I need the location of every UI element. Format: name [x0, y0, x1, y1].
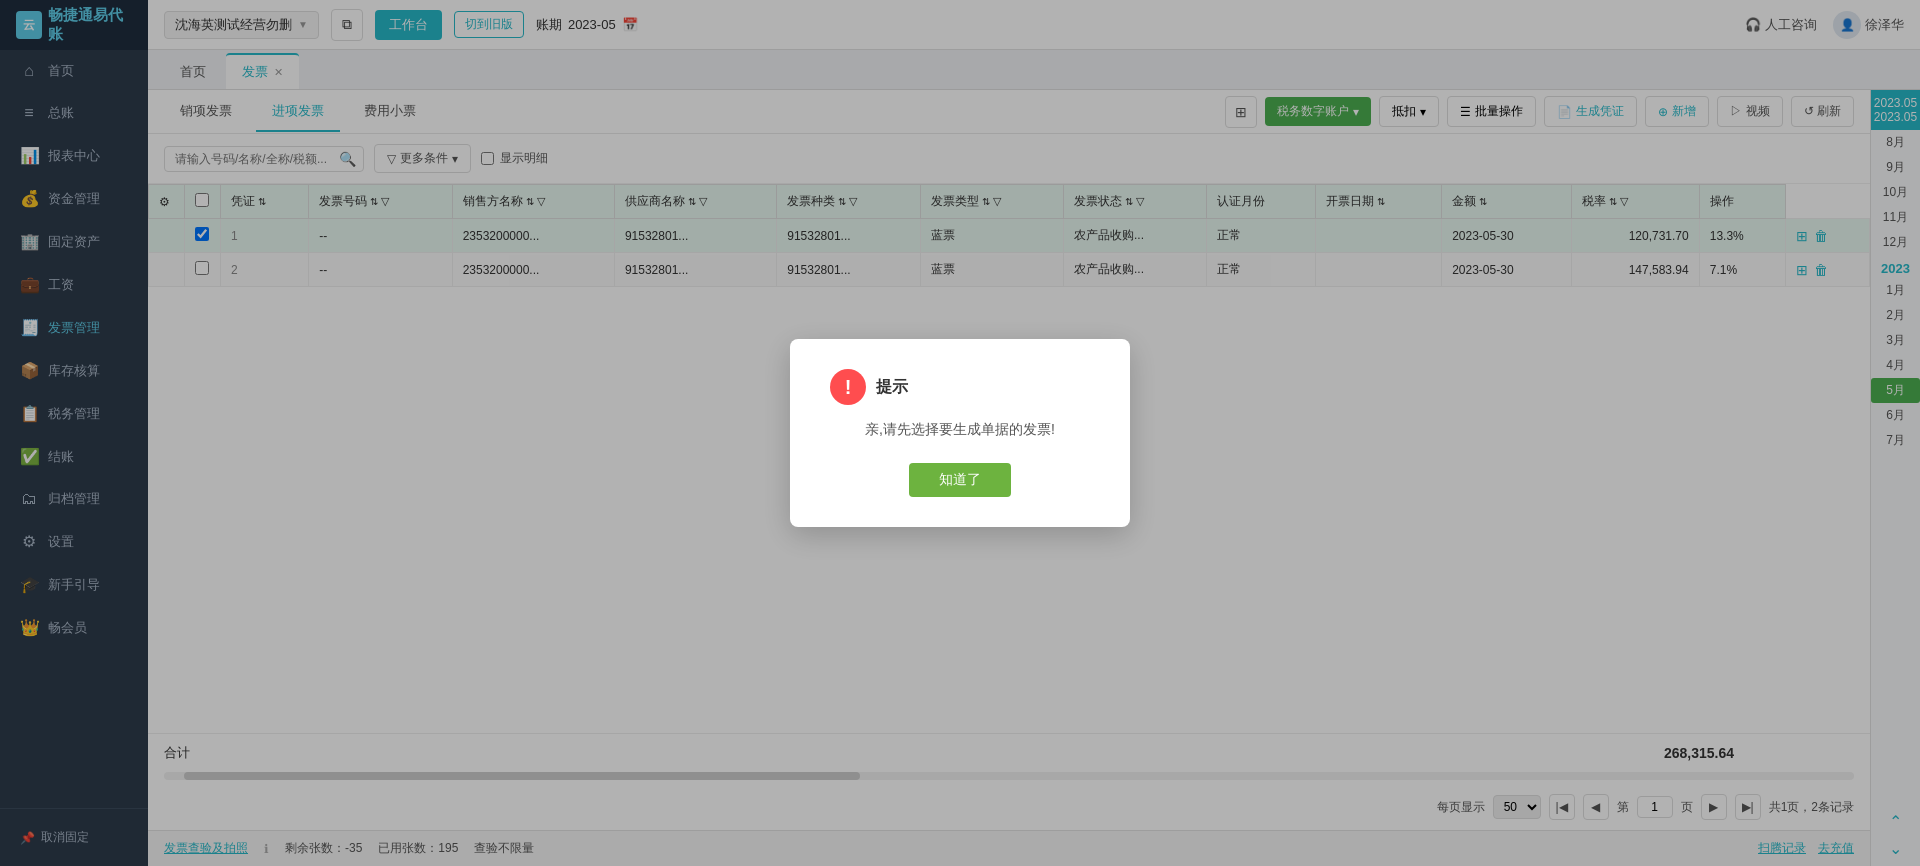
modal-confirm-button[interactable]: 知道了 — [909, 463, 1011, 497]
modal-title: 提示 — [876, 377, 908, 398]
modal-message: 亲,请先选择要生成单据的发票! — [830, 421, 1090, 439]
modal-overlay: ! 提示 亲,请先选择要生成单据的发票! 知道了 — [0, 0, 1920, 866]
modal-box: ! 提示 亲,请先选择要生成单据的发票! 知道了 — [790, 339, 1130, 527]
modal-warning-icon: ! — [830, 369, 866, 405]
modal-title-row: ! 提示 — [830, 369, 1090, 405]
